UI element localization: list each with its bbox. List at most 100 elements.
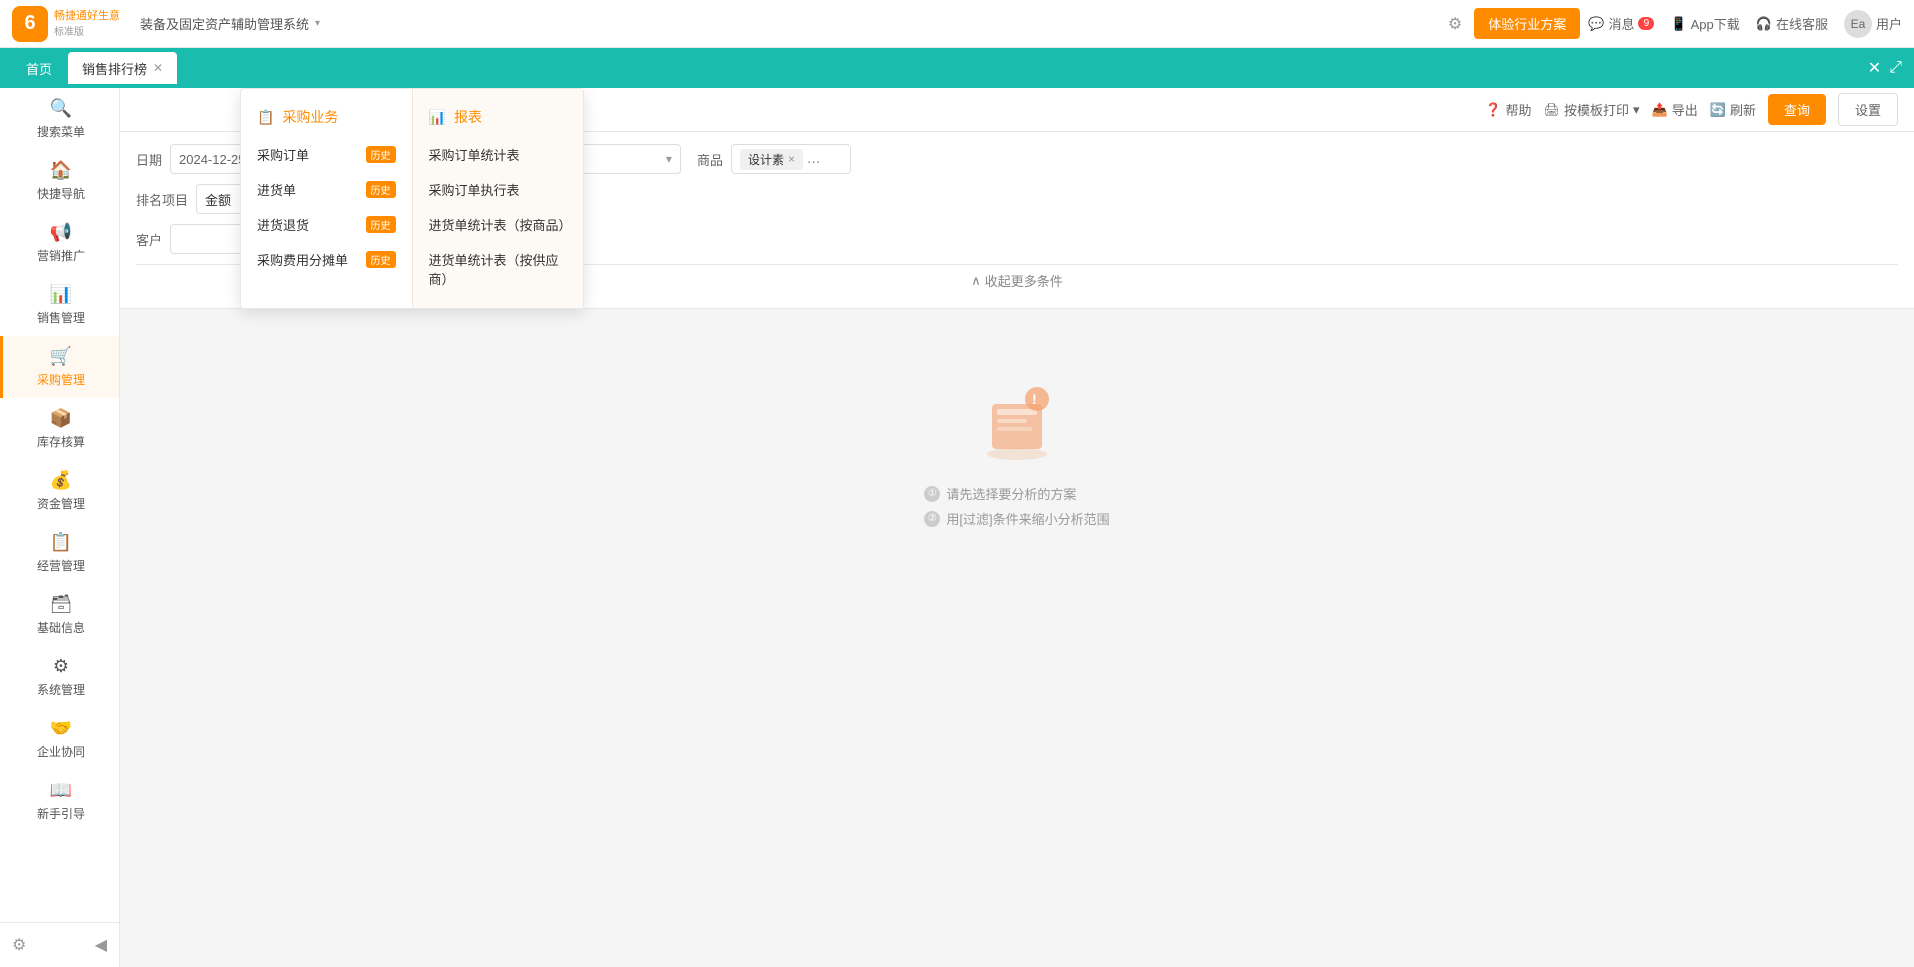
sidebar-item-operations[interactable]: 📋 经营管理 — [0, 522, 119, 584]
sidebar-label-guide: 新手引导 — [37, 805, 85, 822]
cost-allocation-badge: 历史 — [366, 251, 396, 268]
system-title-text[interactable]: 装备及固定资产辅助管理系统 — [140, 14, 309, 33]
tab-home[interactable]: 首页 — [12, 52, 66, 84]
user-label: 用户 — [1876, 14, 1902, 33]
tabbar-right-controls: ✕ ⤢ — [1868, 58, 1902, 78]
headset-icon: 🎧 — [1756, 16, 1772, 32]
svg-text:!: ! — [1032, 391, 1037, 407]
sidebar-bottom: ⚙ ◀ — [0, 922, 119, 967]
dropdown-arrow-icon[interactable]: ▾ — [315, 18, 320, 29]
logo-area: 6 畅捷通好生意 标准版 — [12, 6, 132, 42]
menu-item-cost-allocation[interactable]: 采购费用分摊单 历史 — [241, 242, 412, 277]
sidebar-item-finance[interactable]: 💰 资金管理 — [0, 460, 119, 522]
operations-icon: 📋 — [50, 532, 72, 553]
sidebar-label-purchase: 采购管理 — [37, 371, 85, 388]
sidebar-item-sales-mgmt[interactable]: 📊 销售管理 — [0, 274, 119, 336]
tab-home-label: 首页 — [26, 59, 52, 78]
logo-text: 畅捷通好生意 — [54, 9, 120, 23]
gear-icon[interactable]: ⚙ — [1444, 10, 1466, 38]
goods-tag-close-icon[interactable]: × — [788, 152, 795, 166]
menu-item-inbound-stats-goods[interactable]: 进货单统计表（按商品） — [413, 207, 584, 242]
report-title: 报表 — [454, 107, 482, 127]
sidebar-label-finance: 资金管理 — [37, 495, 85, 512]
tab-sales-ranking[interactable]: 销售排行榜 ✕ — [68, 52, 177, 84]
menu-item-return[interactable]: 进货退货 历史 — [241, 207, 412, 242]
menu-item-inbound[interactable]: 进货单 历史 — [241, 172, 412, 207]
main-layout: 🔍 搜索菜单 🏠 快捷导航 📢 营销推广 📊 销售管理 🛒 采购管理 📦 库存核… — [0, 88, 1914, 967]
query-button[interactable]: 查询 — [1768, 94, 1826, 125]
report-icon: 📊 — [429, 109, 446, 126]
avatar: Ea — [1844, 10, 1872, 38]
sidebar: 🔍 搜索菜单 🏠 快捷导航 📢 营销推广 📊 销售管理 🛒 采购管理 📦 库存核… — [0, 88, 120, 967]
collapse-sidebar-icon[interactable]: ◀ — [91, 931, 111, 959]
customer-label: 客户 — [136, 230, 162, 249]
po-exec-label: 采购订单执行表 — [429, 180, 520, 199]
menu-item-purchase-order[interactable]: 采购订单 历史 — [241, 137, 412, 172]
settings-bottom-icon[interactable]: ⚙ — [8, 931, 30, 959]
purchase-business-section: 📋 采购业务 采购订单 历史 进货单 历史 进货退货 历史 采购费用分摊单 — [241, 89, 412, 308]
tab-bar: 首页 销售排行榜 ✕ ✕ ⤢ — [0, 48, 1914, 88]
goods-tag: 设计素 × — [740, 149, 803, 170]
purchase-order-label: 采购订单 — [257, 145, 309, 164]
sidebar-item-search-menu[interactable]: 🔍 搜索菜单 — [0, 88, 119, 150]
refresh-label: 刷新 — [1730, 100, 1756, 119]
empty-state: ! 请先选择要分析的方案 用[过滤]条件来缩小分析范围 — [120, 309, 1914, 591]
sidebar-item-purchase-mgmt[interactable]: 🛒 采购管理 — [0, 336, 119, 398]
tab-close-icon[interactable]: ✕ — [153, 61, 163, 75]
app-download-btn[interactable]: 📱 App下载 — [1670, 14, 1739, 33]
settings-button[interactable]: 设置 — [1838, 93, 1898, 126]
sidebar-label-system: 系统管理 — [37, 681, 85, 698]
export-btn[interactable]: 📤 导出 — [1652, 100, 1698, 119]
menu-item-po-exec[interactable]: 采购订单执行表 — [413, 172, 584, 207]
sidebar-item-inventory[interactable]: 📦 库存核算 — [0, 398, 119, 460]
print-label: 按模板打印 — [1564, 100, 1629, 119]
help-btn[interactable]: ❓ 帮助 — [1485, 100, 1531, 119]
menu-item-inbound-stats-supplier[interactable]: 进货单统计表（按供应商） — [413, 242, 584, 296]
online-service-btn[interactable]: 🎧 在线客服 — [1756, 14, 1828, 33]
sidebar-item-system-mgmt[interactable]: ⚙ 系统管理 — [0, 646, 119, 708]
sidebar-label-search: 搜索菜单 — [37, 123, 85, 140]
refresh-icon: 🔄 — [1710, 102, 1726, 118]
sidebar-item-quick-nav[interactable]: 🏠 快捷导航 — [0, 150, 119, 212]
close-tab-icon[interactable]: ✕ — [1868, 58, 1881, 78]
inventory-icon: 📦 — [50, 408, 72, 429]
system-title: 装备及固定资产辅助管理系统 ▾ — [140, 14, 1436, 33]
sidebar-item-enterprise[interactable]: 🤝 企业协同 — [0, 708, 119, 770]
sidebar-item-guide[interactable]: 📖 新手引导 — [0, 770, 119, 832]
export-icon: 📤 — [1652, 102, 1668, 118]
sidebar-label-marketing: 营销推广 — [37, 247, 85, 264]
purchase-business-title: 采购业务 — [282, 107, 338, 127]
cost-allocation-label: 采购费用分摊单 — [257, 250, 348, 269]
logo-icon: 6 — [12, 6, 48, 42]
empty-hints: 请先选择要分析的方案 用[过滤]条件来缩小分析范围 — [924, 481, 1109, 531]
home-icon: 🏠 — [50, 160, 72, 181]
goods-filter: 商品 设计素 × ... — [697, 144, 851, 174]
basicinfo-icon: 🗃 — [50, 594, 73, 615]
purchase-business-icon: 📋 — [257, 109, 274, 126]
print-btn[interactable]: 🖨 按模板打印 ▾ — [1544, 100, 1640, 119]
empty-illustration: ! — [967, 369, 1067, 469]
industry-button[interactable]: 体验行业方案 — [1474, 8, 1580, 39]
menu-item-po-stats[interactable]: 采购订单统计表 — [413, 137, 584, 172]
user-btn[interactable]: Ea 用户 — [1844, 10, 1902, 38]
inbound-stats-supplier-label: 进货单统计表（按供应商） — [429, 250, 568, 288]
guide-icon: 📖 — [50, 780, 72, 801]
message-label: 消息 — [1608, 14, 1634, 33]
sidebar-item-basic-info[interactable]: 🗃 基础信息 — [0, 584, 119, 646]
order-status-dropdown-icon: ▾ — [666, 152, 672, 166]
top-right-area: 💬 消息 9 📱 App下载 🎧 在线客服 Ea 用户 — [1588, 10, 1902, 38]
inbound-label: 进货单 — [257, 180, 296, 199]
refresh-btn[interactable]: 🔄 刷新 — [1710, 100, 1756, 119]
return-badge: 历史 — [366, 216, 396, 233]
message-btn[interactable]: 💬 消息 9 — [1588, 14, 1654, 33]
sidebar-label-enterprise: 企业协同 — [37, 743, 85, 760]
empty-hint-1: 请先选择要分析的方案 — [924, 481, 1109, 506]
expand-icon[interactable]: ⤢ — [1889, 59, 1902, 77]
sales-icon: 📊 — [50, 284, 72, 305]
goods-more-btn[interactable]: ... — [807, 150, 820, 168]
goods-tag-text: 设计素 — [748, 151, 784, 168]
message-badge: 9 — [1638, 17, 1654, 30]
systemgear-icon: ⚙ — [53, 656, 69, 677]
sidebar-item-marketing[interactable]: 📢 营销推广 — [0, 212, 119, 274]
content-area: 📋 采购业务 采购订单 历史 进货单 历史 进货退货 历史 采购费用分摊单 — [120, 88, 1914, 967]
